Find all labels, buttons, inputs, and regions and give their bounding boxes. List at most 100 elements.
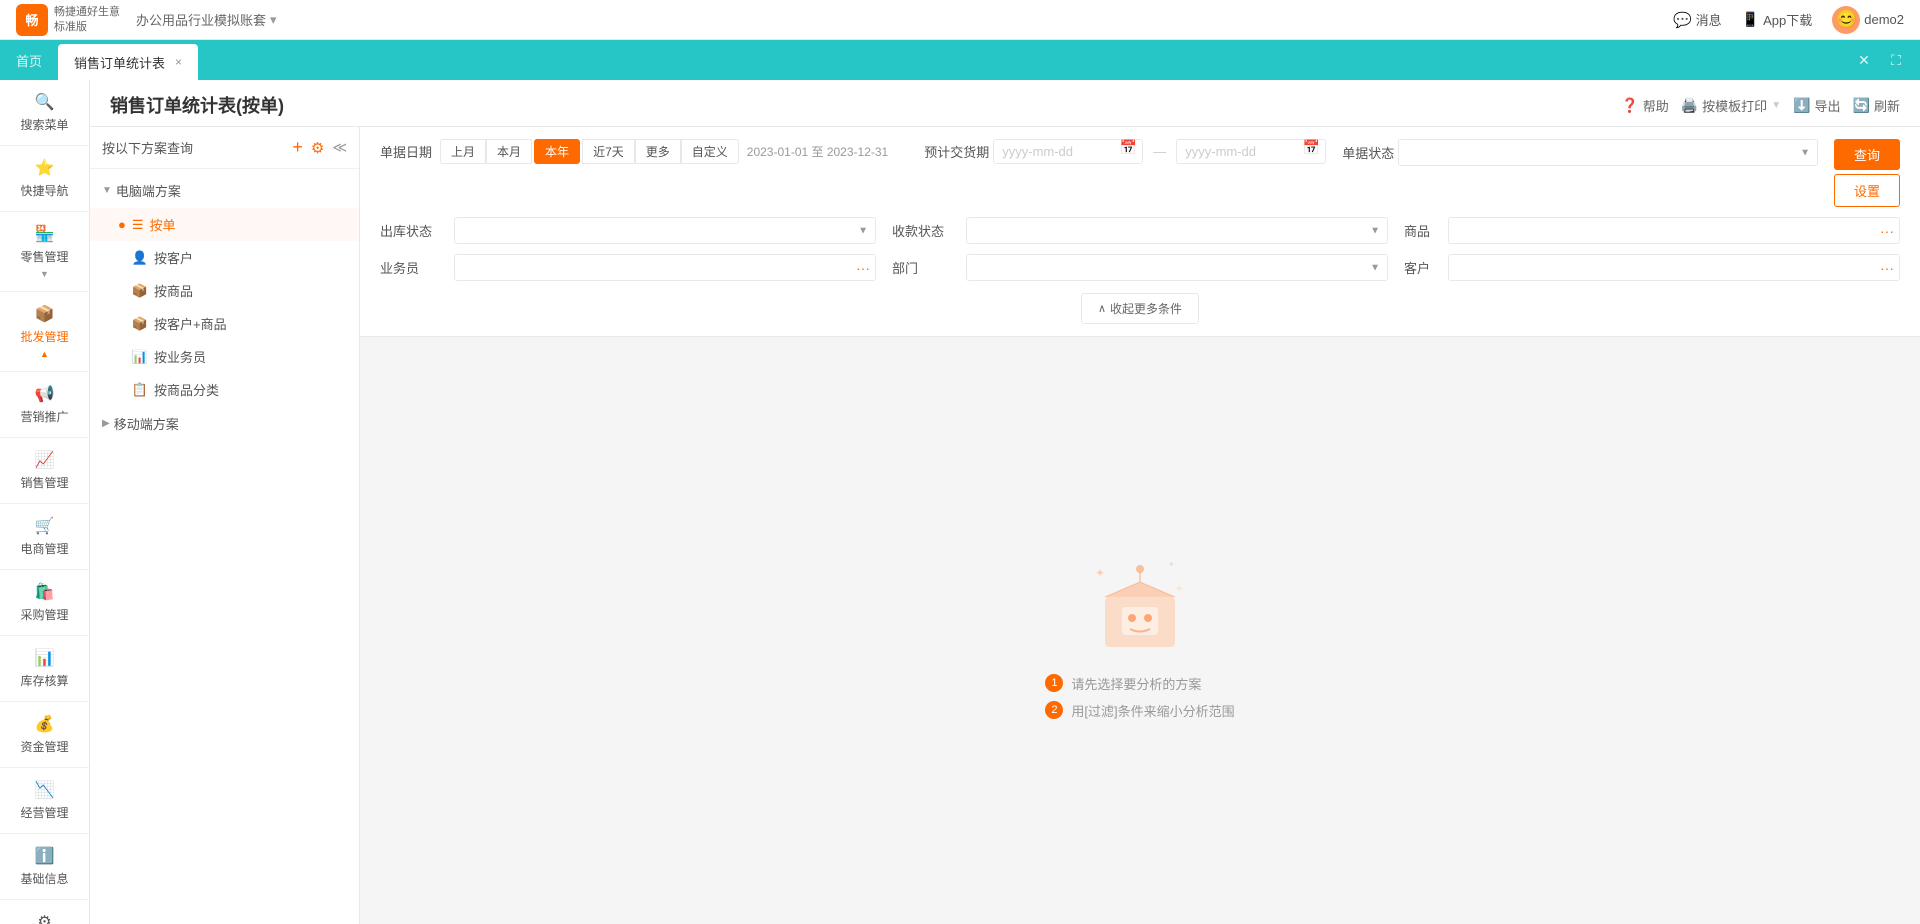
empty-svg: ✦ ✦ ✦	[1080, 542, 1200, 662]
collapse-panel-btn[interactable]: ≪	[332, 139, 347, 156]
sidebar-item-search[interactable]: 🔍 搜索菜单	[0, 80, 89, 146]
out-status-select[interactable]	[454, 217, 876, 244]
sidebar-item-system[interactable]: ⚙ 系统管理	[0, 900, 89, 924]
customer-label: 客户	[1404, 258, 1444, 277]
help-label: 帮助	[1643, 96, 1669, 115]
sidebar-item-wholesale[interactable]: 📦 批发管理 ▲	[0, 292, 89, 372]
status-select[interactable]	[1398, 139, 1818, 166]
sidebar-item-inventory[interactable]: 📊 库存核算	[0, 636, 89, 702]
goods-dots-btn[interactable]: ···	[1880, 223, 1894, 239]
dept-label: 部门	[892, 258, 962, 277]
logo-area: 畅 畅捷通好生意 标准版	[16, 4, 120, 36]
date-custom-btn[interactable]: 自定义	[681, 139, 739, 164]
date-buttons: 上月 本月 本年 近7天 更多 自定义	[440, 139, 739, 164]
sidebar-item-marketing[interactable]: 📢 营销推广	[0, 372, 89, 438]
export-btn[interactable]: ⬇️ 导出	[1793, 96, 1840, 115]
customer-dots-btn[interactable]: ···	[1880, 260, 1894, 276]
tab-home[interactable]: 首页	[0, 40, 58, 80]
scheme-item-by-customer-goods[interactable]: ● 📦 按客户+商品	[90, 307, 359, 340]
sidebar-search-label: 搜索菜单	[20, 116, 68, 133]
mobile-group-header[interactable]: ▶ 移动端方案	[90, 406, 359, 441]
pay-status-label: 收款状态	[892, 221, 962, 240]
scheme-item-by-customer[interactable]: ● 👤 按客户	[90, 241, 359, 274]
collapse-label: 收起更多条件	[1110, 300, 1182, 317]
sidebar-item-quicknav[interactable]: ⭐ 快捷导航	[0, 146, 89, 212]
sales-icon: 📈	[35, 450, 55, 470]
page-header-actions: ❓ 帮助 🖨️ 按模板打印 ▼ ⬇️ 导出 🔄 刷新	[1621, 96, 1900, 115]
app-download-btn[interactable]: 📱 App下载	[1742, 10, 1813, 29]
sidebar-item-operations[interactable]: 📉 经营管理	[0, 768, 89, 834]
date-more-btn[interactable]: 更多	[635, 139, 681, 164]
filter-row-3: 业务员 ··· 部门 ▼	[380, 254, 1900, 281]
logo-icon: 畅	[16, 4, 48, 36]
calendar-end-icon[interactable]: 📅	[1303, 139, 1320, 156]
sidebar-item-retail[interactable]: 🏪 零售管理 ▼	[0, 212, 89, 292]
settings-scheme-btn[interactable]: ⚙	[311, 139, 324, 157]
tab-bar: 首页 销售订单统计表 × ✕ ⛶	[0, 40, 1920, 80]
date-this-year-btn[interactable]: 本年	[534, 139, 580, 164]
wholesale-arrow: ▲	[40, 349, 49, 359]
scheme-item-by-category[interactable]: ● 📋 按商品分类	[90, 373, 359, 406]
breadcrumb: 办公用品行业模拟账套 ▾	[136, 10, 277, 29]
sidebar-wholesale-label: 批发管理	[20, 328, 68, 345]
calendar-start-icon[interactable]: 📅	[1120, 139, 1137, 156]
scheme-item-by-salesman[interactable]: ● 📊 按业务员	[90, 340, 359, 373]
sidebar-item-purchase[interactable]: 🛍️ 采购管理	[0, 570, 89, 636]
tab-close-icon[interactable]: ×	[175, 55, 182, 69]
top-bar-left: 畅 畅捷通好生意 标准版 办公用品行业模拟账套 ▾	[16, 4, 277, 36]
by-category-label: 按商品分类	[154, 380, 219, 399]
sidebar-purchase-label: 采购管理	[20, 606, 68, 623]
empty-tip-2: 2 用[过滤]条件来缩小分析范围	[1045, 701, 1234, 720]
mobile-group-label: 移动端方案	[114, 414, 179, 433]
goods-group: 商品 ···	[1404, 217, 1900, 244]
status-control: ▼	[1398, 139, 1818, 166]
by-customer-icon: 👤	[132, 250, 148, 266]
settings-btn[interactable]: 设置	[1834, 174, 1900, 207]
scheme-item-by-order[interactable]: ● ☰ 按单	[90, 208, 359, 241]
date-prev-month-btn[interactable]: 上月	[440, 139, 486, 164]
salesman-input[interactable]	[454, 254, 876, 281]
filter-row-1: 单据日期 上月 本月 本年 近7天 更多 自定义 2023-01-01 至 20…	[380, 139, 1900, 207]
window-max-btn[interactable]: ⛶	[1884, 48, 1908, 72]
salesman-dots-btn[interactable]: ···	[856, 260, 870, 276]
message-btn[interactable]: 💬 消息	[1673, 10, 1722, 29]
mobile-scheme-group: ▶ 移动端方案	[90, 406, 359, 441]
tab-sales-order-label: 销售订单统计表	[74, 53, 165, 72]
marketing-icon: 📢	[35, 384, 55, 404]
avatar: 😊	[1832, 6, 1860, 34]
breadcrumb-arrow[interactable]: ▾	[270, 12, 277, 28]
date-7days-btn[interactable]: 近7天	[582, 139, 635, 164]
retail-arrow: ▼	[40, 269, 49, 279]
salesman-group: 业务员 ···	[380, 254, 876, 281]
goods-input[interactable]	[1448, 217, 1900, 244]
app-download-icon: 📱	[1742, 11, 1759, 28]
out-status-control: ▼	[454, 217, 876, 244]
collapse-row: ∧ 收起更多条件	[380, 289, 1900, 328]
print-btn[interactable]: 🖨️ 按模板打印 ▼	[1681, 96, 1781, 115]
date-label: 单据日期	[380, 142, 432, 161]
add-scheme-btn[interactable]: +	[292, 137, 303, 158]
pay-status-select[interactable]	[966, 217, 1388, 244]
refresh-btn[interactable]: 🔄 刷新	[1853, 96, 1900, 115]
sidebar-item-basic[interactable]: ℹ️ 基础信息	[0, 834, 89, 900]
customer-input[interactable]	[1448, 254, 1900, 281]
quicknav-icon: ⭐	[35, 158, 55, 178]
dept-select[interactable]	[966, 254, 1388, 281]
sidebar-item-ecommerce[interactable]: 🛒 电商管理	[0, 504, 89, 570]
query-btn[interactable]: 查询	[1834, 139, 1900, 170]
help-btn[interactable]: ❓ 帮助	[1621, 96, 1668, 115]
retail-icon: 🏪	[35, 224, 55, 244]
collapse-more-btn[interactable]: ∧ 收起更多条件	[1081, 293, 1199, 324]
window-close-btn[interactable]: ✕	[1852, 48, 1876, 72]
main-layout: 🔍 搜索菜单 ⭐ 快捷导航 🏪 零售管理 ▼ 📦 批发管理 ▲ 📢 营销推广 📈…	[0, 80, 1920, 924]
pc-group-header[interactable]: ▼ 电脑端方案	[90, 173, 359, 208]
sidebar-item-sales[interactable]: 📈 销售管理	[0, 438, 89, 504]
user-area[interactable]: 😊 demo2	[1832, 6, 1904, 34]
tab-sales-order[interactable]: 销售订单统计表 ×	[58, 44, 198, 80]
sidebar-quicknav-label: 快捷导航	[20, 182, 68, 199]
sidebar-item-finance[interactable]: 💰 资金管理	[0, 702, 89, 768]
date-this-month-btn[interactable]: 本月	[486, 139, 532, 164]
tip2-text: 用[过滤]条件来缩小分析范围	[1071, 701, 1234, 720]
scheme-item-by-goods[interactable]: ● 📦 按商品	[90, 274, 359, 307]
empty-illustration: ✦ ✦ ✦	[1080, 542, 1200, 662]
